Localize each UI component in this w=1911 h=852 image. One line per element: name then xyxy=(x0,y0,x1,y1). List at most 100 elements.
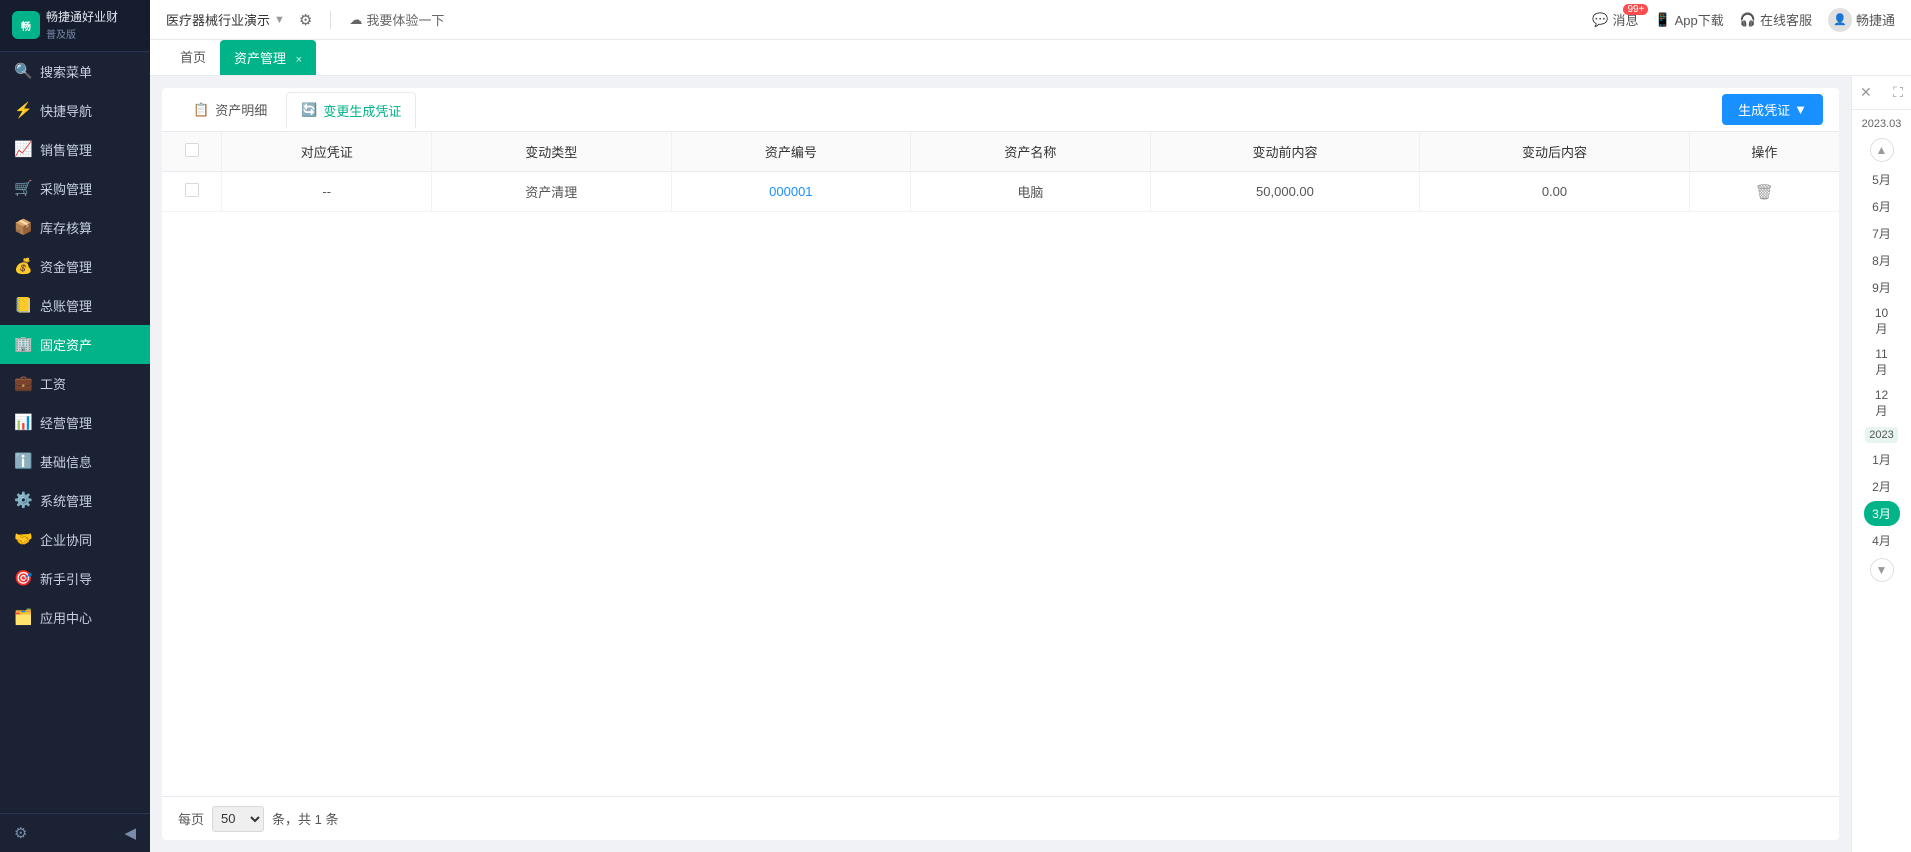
experience-button[interactable]: ☁ 我要体验一下 xyxy=(349,10,444,29)
sidebar-item-label: 企业协同 xyxy=(40,530,92,549)
logo-text: 畅捷通好业财 普及版 xyxy=(46,10,118,41)
sidebar-item-label: 基础信息 xyxy=(40,452,92,471)
content-area: 📋 资产明细 🔄 变更生成凭证 生成凭证 ▼ xyxy=(150,76,1911,852)
wages-icon: 💼 xyxy=(14,374,32,392)
tab-close-icon[interactable]: × xyxy=(296,54,302,66)
timeline-scroll-up[interactable]: ▲ xyxy=(1870,138,1894,162)
sub-tabs: 📋 资产明细 🔄 变更生成凭证 生成凭证 ▼ xyxy=(162,88,1839,132)
sales-icon: 📈 xyxy=(14,140,32,158)
sidebar-item-ledger[interactable]: 📒总账管理 xyxy=(0,286,150,325)
timeline-scroll-down[interactable]: ▼ xyxy=(1870,558,1894,582)
timeline-month-2023-1[interactable]: 1月 xyxy=(1864,447,1900,472)
sidebar-nav: 🔍搜索菜单 ⚡ 快捷导航 📈销售管理🛒采购管理📦库存核算 💰 资金管理 📒总账管理 🏢 固定资产… xyxy=(0,52,150,813)
timeline-month-2023-3[interactable]: 3月 xyxy=(1864,501,1900,526)
sidebar-item-system[interactable]: ⚙️系统管理 xyxy=(0,481,150,520)
timeline-month-11[interactable]: 11月 xyxy=(1864,343,1900,382)
sidebar-item-purchase[interactable]: 🛒采购管理 xyxy=(0,169,150,208)
table-wrapper: 对应凭证 变动类型 资产编号 资产名称 xyxy=(162,132,1839,796)
messages-button[interactable]: 💬 消息 99+ xyxy=(1592,10,1638,29)
system-icon: ⚙️ xyxy=(14,491,32,509)
select-all-checkbox[interactable] xyxy=(185,143,199,157)
main-card: 📋 资产明细 🔄 变更生成凭证 生成凭证 ▼ xyxy=(162,88,1839,840)
sidebar-item-label: 搜索菜单 xyxy=(40,62,92,81)
company-selector[interactable]: 医疗器械行业演示 ▼ xyxy=(166,10,285,29)
ledger-icon: 📒 xyxy=(14,296,32,314)
header-type: 变动类型 xyxy=(432,132,672,172)
customer-service-button[interactable]: 🎧 在线客服 xyxy=(1740,10,1812,29)
sidebar-item-guide[interactable]: 🎯 新手引导 xyxy=(0,559,150,598)
fixed-assets-icon: 🏢 xyxy=(14,335,32,353)
delete-icon[interactable]: 🗑 xyxy=(1755,184,1774,201)
panel-expand-icon[interactable]: ⛶ xyxy=(1893,84,1903,101)
row-after: 0.00 xyxy=(1420,172,1690,212)
sidebar-item-app-center[interactable]: 🗂️ 应用中心 xyxy=(0,598,150,637)
row-voucher: -- xyxy=(222,172,432,212)
basic-info-icon: ℹ️ xyxy=(14,452,32,470)
timeline-month-2023-4[interactable]: 4月 xyxy=(1864,528,1900,553)
sidebar-item-label: 应用中心 xyxy=(40,608,92,627)
tab-asset-management[interactable]: 资产管理 × xyxy=(220,40,316,75)
sidebar-item-fixed-assets[interactable]: 🏢 固定资产 xyxy=(0,325,150,364)
timeline-month-10[interactable]: 10月 xyxy=(1864,302,1900,341)
timeline-year-label: 2023.03 xyxy=(1862,114,1902,134)
sidebar: 畅 畅捷通好业财 普及版 🔍搜索菜单⚡快捷导航📈销售管理🛒采购管理📦库存核算💰资… xyxy=(0,0,150,852)
header-voucher: 对应凭证 xyxy=(222,132,432,172)
tab-change-voucher[interactable]: 🔄 变更生成凭证 xyxy=(286,92,416,129)
tab-asset-detail[interactable]: 📋 资产明细 xyxy=(178,91,282,128)
app-download-icon: 📱 xyxy=(1654,12,1670,28)
row-action: 🗑 xyxy=(1689,172,1839,212)
sidebar-item-basic-info[interactable]: ℹ️ 基础信息 xyxy=(0,442,150,481)
timeline-month-12[interactable]: 12月 xyxy=(1864,384,1900,423)
sidebar-item-wages[interactable]: 💼 工资 xyxy=(0,364,150,403)
purchase-icon: 🛒 xyxy=(14,179,32,197)
header-checkbox xyxy=(162,132,222,172)
inventory-icon: 📦 xyxy=(14,218,32,236)
sidebar-item-operations[interactable]: 📊经营管理 xyxy=(0,403,150,442)
sidebar-item-inventory[interactable]: 📦库存核算 xyxy=(0,208,150,247)
header-action: 操作 xyxy=(1689,132,1839,172)
sidebar-item-label: 工资 xyxy=(40,374,66,393)
asset-detail-icon: 📋 xyxy=(193,102,209,118)
company-name: 医疗器械行业演示 xyxy=(166,10,270,29)
timeline-month-6[interactable]: 6月 xyxy=(1864,194,1900,219)
row-type: 资产清理 xyxy=(432,172,672,212)
sidebar-item-fund[interactable]: 💰 资金管理 xyxy=(0,247,150,286)
timeline-month-2023-2[interactable]: 2月 xyxy=(1864,474,1900,499)
per-page-select[interactable]: 50 10 20 100 xyxy=(212,806,264,832)
timeline: 2023.03 ▲ 5月 6月 7月 8月 9月 10月 11月 12月 202… xyxy=(1852,110,1911,844)
sidebar-item-quick-nav[interactable]: ⚡ 快捷导航 xyxy=(0,91,150,130)
generate-voucher-button[interactable]: 生成凭证 ▼ xyxy=(1722,94,1823,125)
message-icon: 💬 xyxy=(1592,12,1608,28)
enterprise-icon: 🤝 xyxy=(14,530,32,548)
sidebar-item-sales[interactable]: 📈销售管理 xyxy=(0,130,150,169)
timeline-month-9[interactable]: 9月 xyxy=(1864,275,1900,300)
timeline-month-5[interactable]: 5月 xyxy=(1864,167,1900,192)
settings-icon[interactable]: ⚙ xyxy=(14,824,27,842)
guide-icon: 🎯 xyxy=(14,569,32,587)
settings-gear-icon[interactable]: ⚙ xyxy=(299,11,312,29)
quick-nav-icon: ⚡ xyxy=(14,101,32,119)
sidebar-item-label: 资金管理 xyxy=(40,257,92,276)
sidebar-item-label: 经营管理 xyxy=(40,413,92,432)
user-menu-button[interactable]: 👤 畅捷通 xyxy=(1828,8,1895,32)
change-voucher-icon: 🔄 xyxy=(301,102,317,118)
header-name: 资产名称 xyxy=(911,132,1151,172)
row-checkbox[interactable] xyxy=(185,183,199,197)
collapse-icon[interactable]: ◀ xyxy=(124,824,136,842)
panel-close-icon[interactable]: ✕ xyxy=(1860,84,1872,101)
sidebar-item-enterprise[interactable]: 🤝 企业协同 xyxy=(0,520,150,559)
timeline-month-8[interactable]: 8月 xyxy=(1864,248,1900,273)
pagination: 每页 50 10 20 100 条，共 1 条 xyxy=(162,796,1839,840)
app-center-icon: 🗂️ xyxy=(14,608,32,626)
app-download-button[interactable]: 📱 App下载 xyxy=(1654,10,1723,29)
fund-icon: 💰 xyxy=(14,257,32,275)
sidebar-item-label: 新手引导 xyxy=(40,569,92,588)
tab-home[interactable]: 首页 xyxy=(166,39,220,76)
topbar-divider xyxy=(330,11,331,29)
sidebar-item-label: 固定资产 xyxy=(40,335,92,354)
timeline-month-7[interactable]: 7月 xyxy=(1864,221,1900,246)
sidebar-item-label: 快捷导航 xyxy=(40,101,92,120)
experience-icon: ☁ xyxy=(349,12,362,28)
sidebar-item-search[interactable]: 🔍搜索菜单 xyxy=(0,52,150,91)
row-checkbox-cell xyxy=(162,172,222,212)
